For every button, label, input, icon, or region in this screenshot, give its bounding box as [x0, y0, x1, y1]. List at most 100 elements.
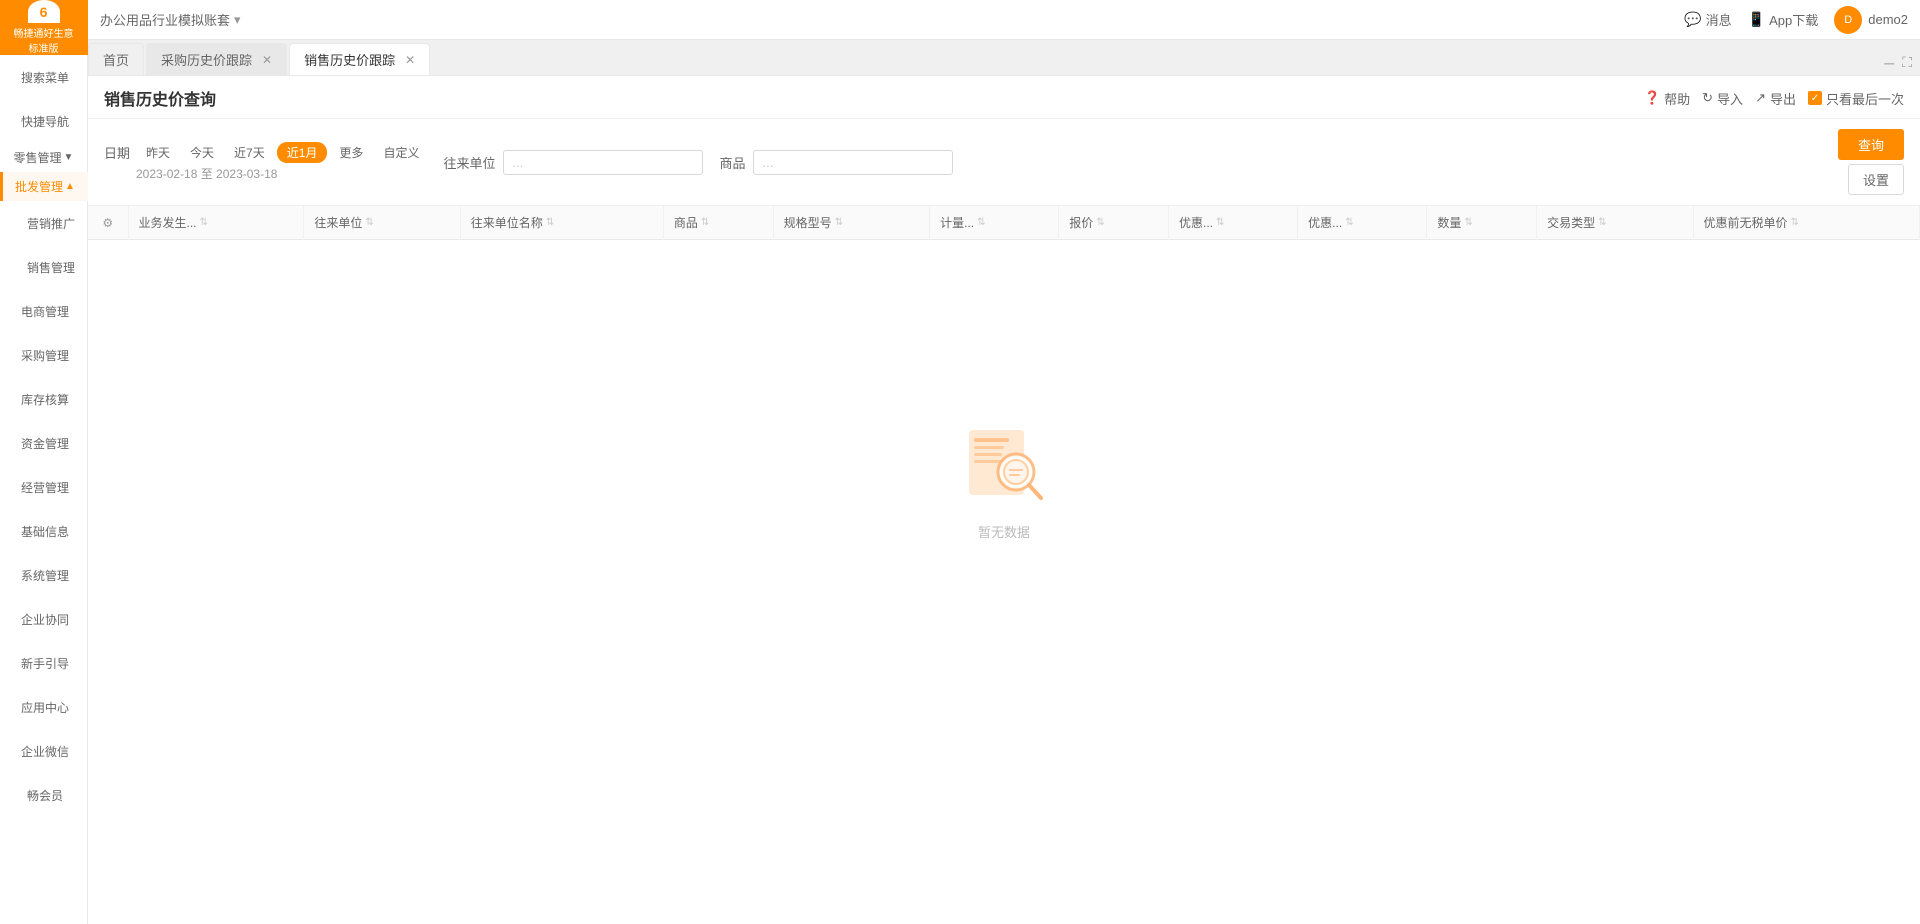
sidebar-item-enterprise[interactable]: 企业协同 — [0, 597, 88, 641]
sort-icon-goods: ⇅ — [701, 217, 709, 228]
sidebar-item-wholesale-mgmt[interactable]: 批发管理 ▲ — [0, 172, 88, 201]
sidebar-item-system[interactable]: 系统管理 — [0, 553, 88, 597]
sidebar-item-label: 批发管理 — [15, 178, 63, 195]
sidebar-item-ecommerce[interactable]: 电商管理 — [0, 289, 88, 333]
th-spec-label: 规格型号 — [784, 214, 832, 231]
th-unit[interactable]: 计量... ⇅ — [930, 206, 1059, 240]
export-action[interactable]: ↗ 导出 — [1755, 89, 1796, 108]
query-button[interactable]: 查询 — [1838, 129, 1904, 160]
sidebar-item-sales-mgmt[interactable]: 销售管理 — [0, 245, 88, 289]
sidebar-item-retail-mgmt[interactable]: 零售管理 ▼ — [0, 143, 88, 172]
sort-icon-qty: ⇅ — [1464, 217, 1472, 228]
message-label: 消息 — [1706, 10, 1732, 29]
sidebar-item-inventory[interactable]: 库存核算 — [0, 377, 88, 421]
th-discount1[interactable]: 优惠... ⇅ — [1168, 206, 1297, 240]
sort-icon-biz-date: ⇅ — [200, 217, 208, 228]
sidebar-item-label: 企业协同 — [21, 611, 69, 628]
app-logo[interactable]: 6 畅捷通好生意 标准版 — [0, 0, 88, 55]
sidebar-item-basic-info[interactable]: 基础信息 — [0, 509, 88, 553]
sidebar-item-search-menu[interactable]: 搜索菜单 — [0, 55, 88, 99]
th-qty[interactable]: 数量 ⇅ — [1427, 206, 1537, 240]
th-partner-code-label: 往来单位 — [314, 214, 362, 231]
th-quote-label: 报价 — [1069, 214, 1093, 231]
partner-input-dots: ... — [512, 155, 523, 170]
date-btn-7days[interactable]: 近7天 — [226, 142, 273, 163]
date-btn-1month[interactable]: 近1月 — [277, 142, 328, 163]
th-biz-date[interactable]: 业务发生... ⇅ — [128, 206, 304, 240]
sort-icon-pre-tax-price: ⇅ — [1791, 217, 1799, 228]
th-goods[interactable]: 商品 ⇅ — [663, 206, 773, 240]
th-settings[interactable]: ⚙ — [88, 206, 128, 240]
sidebar-item-operations[interactable]: 经营管理 — [0, 465, 88, 509]
table-settings-icon[interactable]: ⚙ — [102, 216, 113, 230]
th-pre-tax-price-label: 优惠前无税单价 — [1704, 214, 1788, 231]
topbar-actions: 💬 消息 📱 App下载 D demo2 — [1684, 6, 1908, 34]
window-minimize-icon[interactable]: ─ — [1884, 55, 1894, 71]
help-action[interactable]: ❓ 帮助 — [1644, 89, 1690, 108]
sidebar-item-marketing[interactable]: 营销推广 — [0, 201, 88, 245]
page-header-actions: ❓ 帮助 ↻ 导入 ↗ 导出 ✓ 只看最后一次 — [1644, 89, 1904, 108]
table-wrapper: ⚙ 业务发生... ⇅ 往来单位 ⇅ — [88, 206, 1920, 924]
date-btn-more[interactable]: 更多 — [331, 142, 371, 163]
sidebar-item-label: 搜索菜单 — [21, 69, 69, 86]
help-label: 帮助 — [1664, 89, 1690, 108]
sidebar-item-purchase[interactable]: 采购管理 — [0, 333, 88, 377]
topbar-title: 办公用品行业模拟账套 ▾ — [100, 10, 1676, 29]
date-filter-group: 日期 昨天 今天 近7天 近1月 更多 自定义 — [104, 142, 427, 163]
username: demo2 — [1868, 12, 1908, 27]
topbar-dropdown-icon[interactable]: ▾ — [234, 12, 241, 28]
app-download-action[interactable]: 📱 App下载 — [1748, 10, 1819, 29]
sidebar-item-label: 营销推广 — [27, 215, 75, 232]
tab-purchase-history-close[interactable]: ✕ — [262, 53, 272, 67]
sidebar-item-guide[interactable]: 新手引导 — [0, 641, 88, 685]
th-partner-code[interactable]: 往来单位 ⇅ — [304, 206, 460, 240]
date-btn-today[interactable]: 今天 — [182, 142, 222, 163]
date-btn-custom[interactable]: 自定义 — [375, 142, 427, 163]
goods-input[interactable]: ... — [753, 150, 953, 175]
sidebar-item-label: 零售管理 — [14, 149, 62, 166]
sidebar-item-membership[interactable]: 畅会员 — [0, 773, 88, 817]
th-partner-name[interactable]: 往来单位名称 ⇅ — [460, 206, 663, 240]
date-range-display: 2023-02-18 至 2023-03-18 — [136, 165, 427, 182]
filter-date-wrapper: 日期 昨天 今天 近7天 近1月 更多 自定义 2023-02-18 至 202… — [104, 142, 427, 182]
export-icon: ↗ — [1755, 90, 1766, 106]
tab-purchase-history[interactable]: 采购历史价跟踪 ✕ — [146, 43, 287, 75]
table-header-row: ⚙ 业务发生... ⇅ 往来单位 ⇅ — [88, 206, 1920, 240]
settings-button[interactable]: 设置 — [1848, 164, 1904, 195]
sidebar-item-label: 资金管理 — [21, 435, 69, 452]
message-action[interactable]: 💬 消息 — [1684, 10, 1731, 29]
th-trade-type[interactable]: 交易类型 ⇅ — [1537, 206, 1693, 240]
import-label: 导入 — [1717, 89, 1743, 108]
sidebar-item-app-center[interactable]: 应用中心 — [0, 685, 88, 729]
export-label: 导出 — [1770, 89, 1796, 108]
tab-home[interactable]: 首页 — [88, 43, 144, 75]
sidebar-item-finance[interactable]: 资金管理 — [0, 421, 88, 465]
th-pre-tax-price[interactable]: 优惠前无税单价 ⇅ — [1693, 206, 1919, 240]
goods-input-dots: ... — [762, 155, 773, 170]
only-last-checkbox-wrapper[interactable]: ✓ 只看最后一次 — [1808, 89, 1904, 108]
only-last-label: 只看最后一次 — [1826, 89, 1904, 108]
tabs-bar: 首页 采购历史价跟踪 ✕ 销售历史价跟踪 ✕ ─ ⛶ — [88, 40, 1920, 76]
th-discount2[interactable]: 优惠... ⇅ — [1298, 206, 1427, 240]
only-last-checkbox-icon: ✓ — [1808, 91, 1822, 105]
user-menu[interactable]: D demo2 — [1834, 6, 1908, 34]
th-spec[interactable]: 规格型号 ⇅ — [773, 206, 929, 240]
partner-input[interactable]: ... — [503, 150, 703, 175]
tab-sales-history[interactable]: 销售历史价跟踪 ✕ — [289, 43, 430, 75]
sidebar-item-label: 企业微信 — [21, 743, 69, 760]
filter-right-actions: 查询 设置 — [1838, 129, 1904, 195]
sidebar-item-label: 基础信息 — [21, 523, 69, 540]
page-content: 销售历史价查询 ❓ 帮助 ↻ 导入 ↗ 导出 ✓ 只看最后一次 — [88, 76, 1920, 924]
tab-sales-history-close[interactable]: ✕ — [405, 53, 415, 67]
th-quote[interactable]: 报价 ⇅ — [1059, 206, 1169, 240]
logo-icon: 6 — [28, 0, 60, 23]
user-avatar: D — [1834, 6, 1862, 34]
import-action[interactable]: ↻ 导入 — [1702, 89, 1743, 108]
sidebar-item-corp-wechat[interactable]: 企业微信 — [0, 729, 88, 773]
th-partner-name-label: 往来单位名称 — [471, 214, 543, 231]
sidebar-item-quick-nav[interactable]: 快捷导航 — [0, 99, 88, 143]
tab-home-label: 首页 — [103, 50, 129, 69]
date-btn-yesterday[interactable]: 昨天 — [138, 142, 178, 163]
window-maximize-icon[interactable]: ⛶ — [1902, 54, 1912, 71]
tab-purchase-history-label: 采购历史价跟踪 — [161, 50, 252, 69]
